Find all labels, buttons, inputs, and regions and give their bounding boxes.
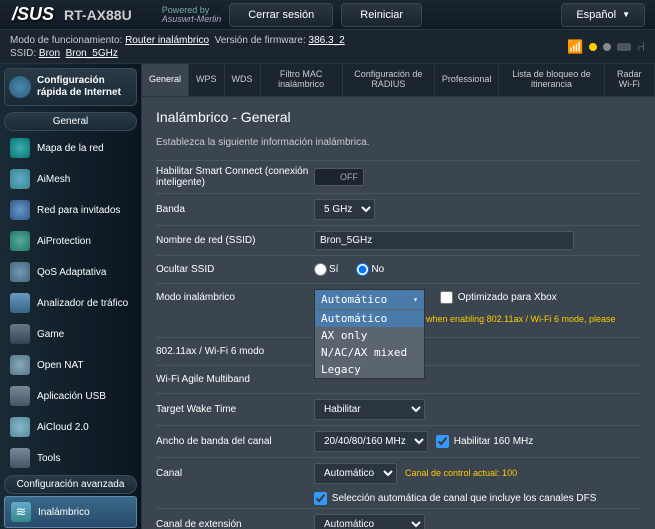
ssid-label: SSID: xyxy=(10,48,36,59)
tab-radar[interactable]: Radar Wi-Fi xyxy=(605,64,655,96)
twt-label: Target Wake Time xyxy=(156,404,314,415)
aimesh-icon xyxy=(10,169,30,189)
tab-professional[interactable]: Professional xyxy=(435,64,500,96)
status-dot-yellow[interactable] xyxy=(589,43,597,51)
fw-value[interactable]: 386.3_2 xyxy=(309,35,345,46)
chevron-down-icon: ▼ xyxy=(622,10,630,19)
section-general: General xyxy=(4,112,137,131)
status-dot-gray[interactable] xyxy=(603,43,611,51)
globe-icon xyxy=(9,76,31,98)
top-bar: /SUS RT-AX88U Powered by Asuswrt-Merlin … xyxy=(0,0,655,30)
quick-setup-label: Configuración rápida de Internet xyxy=(37,75,132,99)
shield-icon xyxy=(10,231,30,251)
hide-ssid-no[interactable] xyxy=(356,263,369,276)
sidebar-item-qos[interactable]: QoS Adaptativa xyxy=(4,257,137,287)
powered-by: Powered by Asuswrt-Merlin xyxy=(162,6,222,24)
settings-panel: Inalámbrico - General Establezca la sigu… xyxy=(142,97,655,529)
ssid-field-label: Nombre de red (SSID) xyxy=(156,235,314,246)
panel-title: Inalámbrico - General xyxy=(156,109,641,125)
dfs-row: Selección automática de canal que incluy… xyxy=(156,489,641,508)
ssid1[interactable]: Bron xyxy=(39,48,60,59)
status-bar: Modo de funcionamiento: Router inalámbri… xyxy=(0,30,655,64)
ssid-input[interactable] xyxy=(314,231,574,250)
ext-channel-select[interactable]: Automático xyxy=(314,514,425,529)
channel-current: Canal de control actual: 100 xyxy=(405,468,517,478)
channel-select[interactable]: Automático xyxy=(314,463,397,484)
smart-connect-label: Habilitar Smart Connect (conexión inteli… xyxy=(156,166,314,188)
traffic-icon xyxy=(10,293,30,313)
tab-general[interactable]: General xyxy=(142,64,189,96)
language-select[interactable]: Español ▼ xyxy=(561,3,645,27)
mode-option-auto[interactable]: Automático xyxy=(315,310,424,327)
model-name: RT-AX88U xyxy=(64,7,132,23)
band-label: Banda xyxy=(156,204,314,215)
tab-roaming[interactable]: Lista de bloqueo de itinerancia xyxy=(499,64,604,96)
sidebar: Configuración rápida de Internet General… xyxy=(0,64,142,529)
brand-logo: /SUS xyxy=(0,4,62,25)
ssid2[interactable]: Bron_5GHz xyxy=(66,48,118,59)
sidebar-item-traffic[interactable]: Analizador de tráfico xyxy=(4,288,137,318)
hide-ssid-label: Ocultar SSID xyxy=(156,264,314,275)
sidebar-item-usb[interactable]: Aplicación USB xyxy=(4,381,137,411)
mode-label: Modo de funcionamiento: xyxy=(10,35,122,46)
ext-channel-label: Canal de extensión xyxy=(156,519,314,529)
sidebar-item-aicloud[interactable]: AiCloud 2.0 xyxy=(4,412,137,442)
ax-mode-label: 802.11ax / Wi-Fi 6 modo xyxy=(156,346,314,357)
language-label: Español xyxy=(576,9,616,21)
wireless-mode-label: Modo inalámbrico xyxy=(156,292,314,303)
nat-icon xyxy=(10,355,30,375)
channel-label: Canal xyxy=(156,468,314,479)
xbox-checkbox[interactable] xyxy=(440,291,453,304)
twt-select[interactable]: Habilitar xyxy=(314,399,425,420)
usb-icon[interactable]: ⑁ xyxy=(637,39,645,54)
mode-value[interactable]: Router inalámbrico xyxy=(125,35,209,46)
mode-option-axonly[interactable]: AX only xyxy=(315,327,424,344)
tab-wps[interactable]: WPS xyxy=(189,64,225,96)
wireless-icon: ≋ xyxy=(11,502,31,522)
sidebar-item-wireless[interactable]: ≋Inalámbrico xyxy=(4,496,137,528)
wifi-icon[interactable]: 📶 xyxy=(567,39,583,55)
status-icons: 📶 ⑁ xyxy=(567,39,645,55)
mode-option-mixed[interactable]: N/AC/AX mixed xyxy=(315,344,424,361)
guest-icon xyxy=(10,200,30,220)
bw-label: Ancho de banda del canal xyxy=(156,436,314,447)
tab-bar: General WPS WDS Filtro MAC inalámbrico C… xyxy=(142,64,655,97)
wireless-mode-selected[interactable]: Automático ▾ xyxy=(315,290,424,310)
sidebar-item-opennat[interactable]: Open NAT xyxy=(4,350,137,380)
sidebar-item-aiprotection[interactable]: AiProtection xyxy=(4,226,137,256)
mode-option-legacy[interactable]: Legacy xyxy=(315,361,424,378)
agile-label: Wi-Fi Agile Multiband xyxy=(156,374,314,385)
sidebar-item-netmap[interactable]: Mapa de la red xyxy=(4,133,137,163)
cloud-icon xyxy=(10,417,30,437)
logout-button[interactable]: Cerrar sesión xyxy=(229,3,333,27)
tab-wds[interactable]: WDS xyxy=(225,64,261,96)
tab-macfilter[interactable]: Filtro MAC inalámbrico xyxy=(261,64,343,96)
content-area: General WPS WDS Filtro MAC inalámbrico C… xyxy=(142,64,655,529)
wireless-mode-dropdown[interactable]: Automático ▾ Automático AX only N/AC/AX … xyxy=(314,289,425,379)
usb-app-icon xyxy=(10,386,30,406)
powered-name: Asuswrt-Merlin xyxy=(162,15,222,24)
dfs-checkbox[interactable] xyxy=(314,492,327,505)
hide-ssid-yes[interactable] xyxy=(314,263,327,276)
led-icon[interactable] xyxy=(617,43,631,51)
smart-connect-toggle[interactable]: OFF xyxy=(314,168,364,186)
bw160-checkbox[interactable] xyxy=(436,435,449,448)
quick-setup-button[interactable]: Configuración rápida de Internet xyxy=(4,68,137,106)
reboot-button[interactable]: Reiniciar xyxy=(341,3,422,27)
tools-icon xyxy=(10,448,30,468)
sidebar-item-tools[interactable]: Tools xyxy=(4,443,137,473)
chevron-down-icon: ▾ xyxy=(413,295,418,304)
sidebar-item-guest[interactable]: Red para invitados xyxy=(4,195,137,225)
sidebar-item-aimesh[interactable]: AiMesh xyxy=(4,164,137,194)
netmap-icon xyxy=(10,138,30,158)
band-select[interactable]: 5 GHz xyxy=(314,199,375,220)
fw-label: Versión de firmware: xyxy=(215,35,306,46)
qos-icon xyxy=(10,262,30,282)
tab-radius[interactable]: Configuración de RADIUS xyxy=(343,64,435,96)
panel-desc: Establezca la siguiente información inal… xyxy=(156,137,641,148)
sidebar-item-game[interactable]: Game xyxy=(4,319,137,349)
game-icon xyxy=(10,324,30,344)
bw-select[interactable]: 20/40/80/160 MHz xyxy=(314,431,428,452)
section-advanced: Configuración avanzada xyxy=(4,475,137,494)
